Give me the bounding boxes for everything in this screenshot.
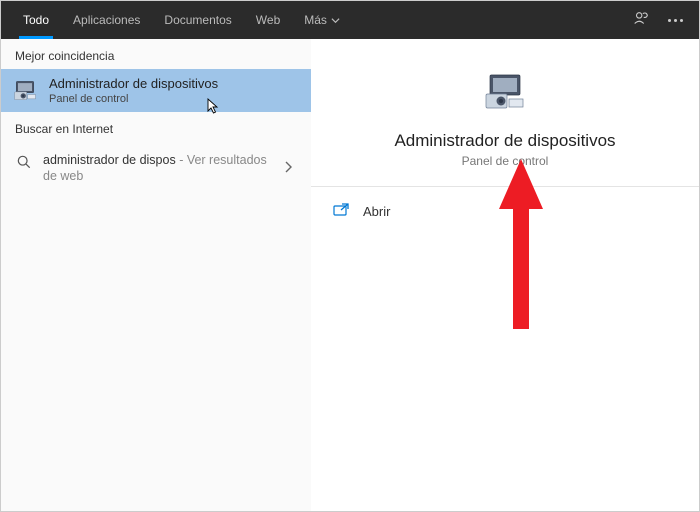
tab-web[interactable]: Web (244, 1, 292, 39)
preview-title: Administrador de dispositivos (394, 131, 615, 151)
web-search-header: Buscar en Internet (1, 112, 311, 142)
tab-label: Todo (23, 13, 49, 27)
tab-todo[interactable]: Todo (11, 1, 61, 39)
best-match-title: Administrador de dispositivos (49, 76, 218, 91)
mouse-cursor-icon (207, 98, 221, 116)
results-panel: Mejor coincidencia Administrador de disp… (1, 39, 311, 511)
chevron-right-icon (283, 160, 297, 177)
search-tabs-bar: Todo Aplicaciones Documentos Web Más (1, 1, 699, 39)
device-manager-large-icon (481, 69, 529, 117)
more-options-icon[interactable] (668, 19, 683, 22)
web-query: administrador de dispos (43, 153, 176, 167)
open-icon (333, 203, 349, 220)
preview-subtitle: Panel de control (462, 154, 549, 168)
feedback-icon[interactable] (632, 10, 650, 31)
open-action[interactable]: Abrir (333, 199, 677, 224)
web-search-item[interactable]: administrador de dispos - Ver resultados… (1, 142, 311, 193)
tab-docs[interactable]: Documentos (152, 1, 243, 39)
open-label: Abrir (363, 204, 390, 219)
best-match-header: Mejor coincidencia (1, 39, 311, 69)
tab-more[interactable]: Más (292, 1, 352, 39)
tab-label: Más (304, 13, 327, 27)
search-icon (15, 153, 33, 171)
tab-label: Aplicaciones (73, 13, 140, 27)
tab-label: Documentos (164, 13, 231, 27)
tab-label: Web (256, 13, 280, 27)
tab-apps[interactable]: Aplicaciones (61, 1, 152, 39)
preview-panel: Administrador de dispositivos Panel de c… (311, 39, 699, 511)
chevron-down-icon (331, 16, 340, 25)
device-manager-icon (11, 77, 39, 105)
best-match-subtitle: Panel de control (49, 93, 218, 105)
best-match-item[interactable]: Administrador de dispositivos Panel de c… (1, 69, 311, 112)
